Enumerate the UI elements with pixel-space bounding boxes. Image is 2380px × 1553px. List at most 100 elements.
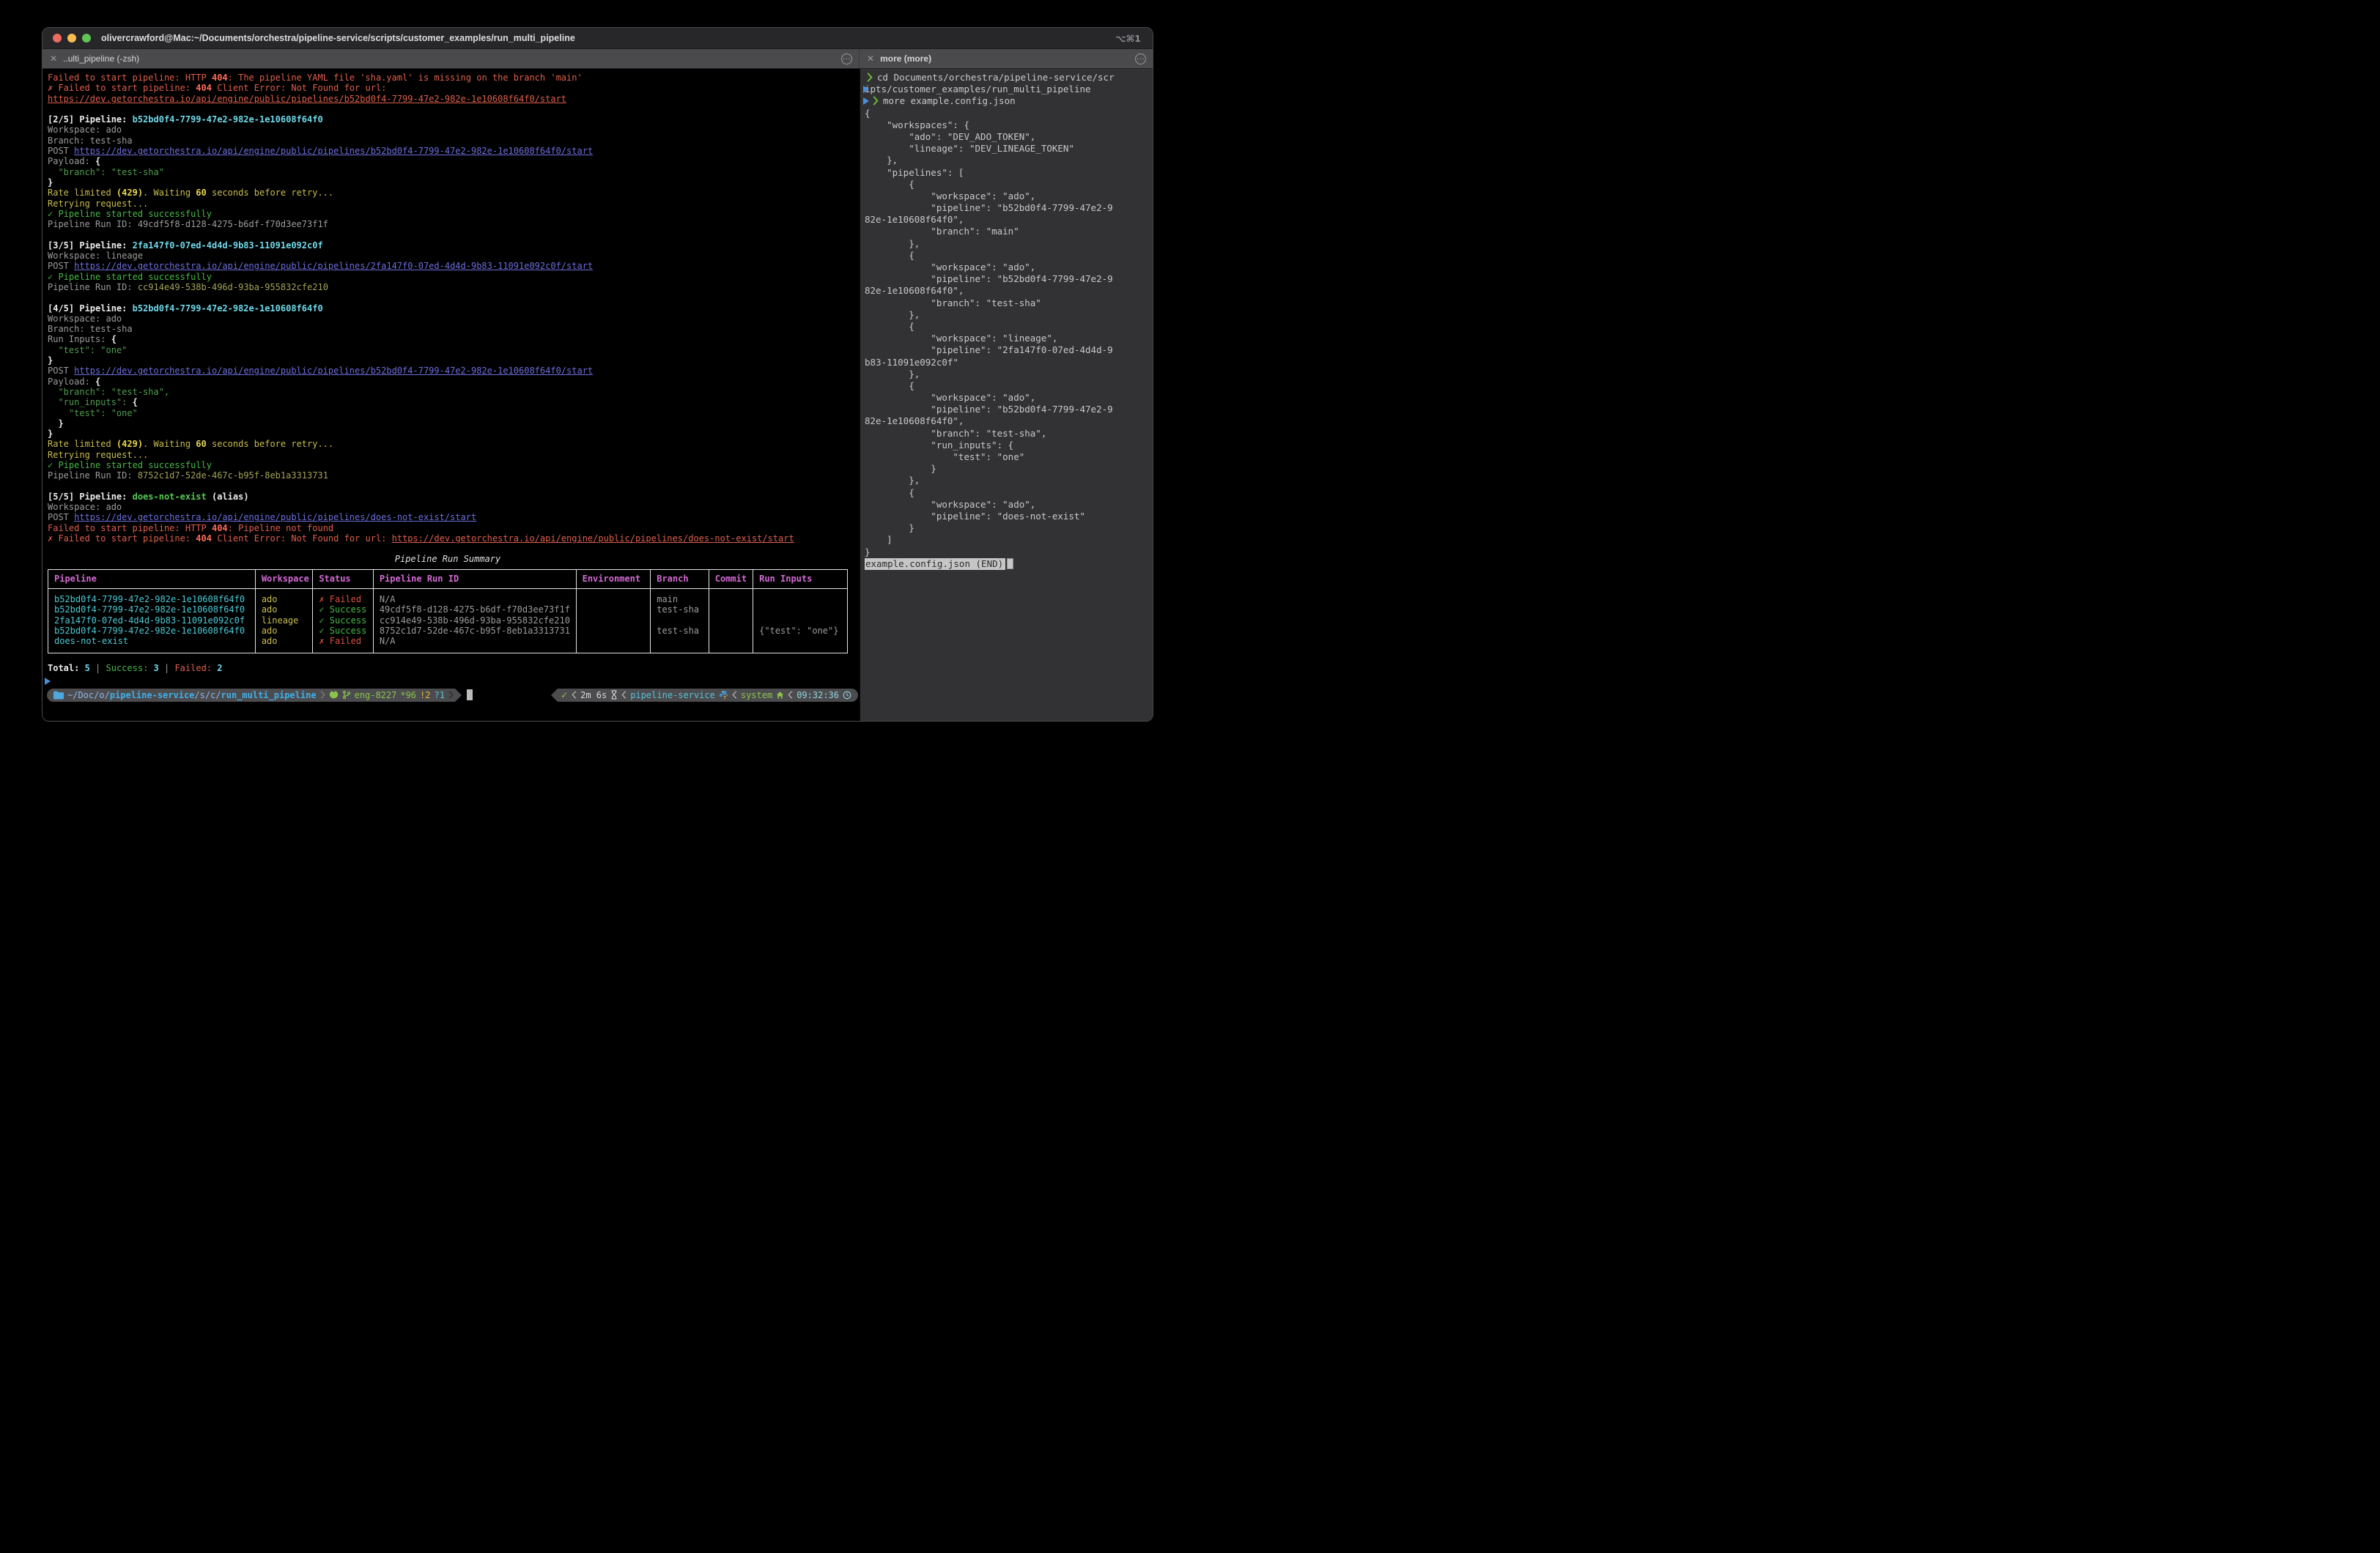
terminal-line: { <box>865 487 1153 499</box>
text-segment: "branch": "test-sha", <box>48 387 169 397</box>
close-tab-icon[interactable]: ✕ <box>867 54 874 63</box>
tab-right-pane[interactable]: ✕ more (more) ··· <box>860 49 1153 68</box>
terminal-pane-left[interactable]: Failed to start pipeline: HTTP 404: The … <box>42 69 860 722</box>
text-segment: ✗ Failed to start pipeline: <box>48 533 196 544</box>
terminal-line: ipts/customer_examples/run_multi_pipelin… <box>865 84 1153 95</box>
terminal-line: ✗ Failed to start pipeline: 404 Client E… <box>48 83 860 93</box>
tab-left-pane[interactable]: ✕ ..ulti_pipeline (-zsh) ··· <box>42 49 860 68</box>
table-body: b52bd0f4-7799-47e2-982e-1e10608f64f0ado✗… <box>48 588 848 653</box>
terminal-line: } <box>865 522 1153 534</box>
table-cell <box>709 636 753 653</box>
powerline-startcap <box>551 689 558 702</box>
terminal-line: "workspace": "lineage", <box>865 333 1153 344</box>
text-segment: Rate limited <box>48 188 117 198</box>
python-project-name: pipeline-service <box>630 690 715 700</box>
text-segment: "pipelines": [ <box>865 167 964 178</box>
text-segment: 82e-1e10608f64f0", <box>865 285 964 296</box>
table-column-header: Commit <box>709 569 753 588</box>
close-window-button[interactable] <box>53 34 62 42</box>
powerline-end-separator-icon <box>448 690 454 700</box>
text-segment: "workspace": "ado", <box>865 190 1035 201</box>
text-segment: Payload: <box>48 156 95 166</box>
tab-options-icon[interactable]: ··· <box>1135 53 1146 64</box>
table-cell: {"test": "one"} <box>753 626 848 636</box>
terminal-link[interactable]: https://dev.getorchestra.io/api/engine/p… <box>74 146 593 156</box>
table-column-header: Run Inputs <box>753 569 848 588</box>
text-segment: }, <box>865 475 920 486</box>
pane-container: Failed to start pipeline: HTTP 404: The … <box>42 69 1153 722</box>
terminal-line: ✗ Failed to start pipeline: 404 Client E… <box>48 533 860 544</box>
close-tab-icon[interactable]: ✕ <box>50 54 57 63</box>
table-cell: N/A <box>373 636 576 653</box>
text-segment: "workspace": "ado", <box>865 392 1035 403</box>
terminal-line: "branch": "test-sha", <box>48 387 860 397</box>
path-repo: pipeline-service <box>110 690 195 700</box>
shell-prompt-bar[interactable]: ~/Doc/o/pipeline-service/s/c/run_multi_p… <box>47 689 858 702</box>
text-segment: [4/5] Pipeline: <box>48 303 133 314</box>
tab-label-left: ..ulti_pipeline (-zsh) <box>63 53 139 64</box>
tab-options-icon[interactable]: ··· <box>841 53 852 64</box>
text-segment: Retrying request... <box>48 450 148 460</box>
table-cell <box>753 588 848 604</box>
table-cell: ✓ Success <box>313 604 374 615</box>
command-duration: 2m 6s <box>580 690 607 700</box>
table-row: 2fa147f0-07ed-4d4d-9b83-11091e092c0fline… <box>48 615 848 626</box>
terminal-link[interactable]: https://dev.getorchestra.io/api/engine/p… <box>392 533 794 544</box>
text-segment: cc914e49-538b-496d-93ba-955832cfe210 <box>138 282 328 292</box>
text-segment: ✓ Pipeline started successfully <box>48 460 212 470</box>
terminal-line: "branch": "test-sha" <box>48 167 860 177</box>
terminal-line: Pipeline Run ID: cc914e49-538b-496d-93ba… <box>48 282 860 292</box>
text-segment: Failed to start pipeline: HTTP <box>48 73 212 83</box>
text-segment: "pipeline": "2fa147f0-07ed-4d4d-9 <box>865 344 1113 355</box>
table-cell <box>576 636 651 653</box>
text-segment: }, <box>865 309 920 320</box>
terminal-line: 82e-1e10608f64f0", <box>865 415 1153 427</box>
text-segment: 2fa147f0-07ed-4d4d-9b83-11091e092c0f <box>133 240 323 251</box>
terminal-line: POST https://dev.getorchestra.io/api/eng… <box>48 512 860 522</box>
terminal-line: } <box>48 355 860 366</box>
text-segment: : The pipeline YAML file 'sha.yaml' is m… <box>228 73 583 83</box>
terminal-link[interactable]: https://dev.getorchestra.io/api/engine/p… <box>74 261 593 271</box>
terminal-line: b83-11091e092c0f" <box>865 357 1153 368</box>
terminal-line: "pipeline": "b52bd0f4-7799-47e2-9 <box>865 273 1153 285</box>
table-cell: ✓ Success <box>313 615 374 626</box>
table-cell: b52bd0f4-7799-47e2-982e-1e10608f64f0 <box>48 626 256 636</box>
text-segment: { <box>865 179 914 190</box>
text-segment: }, <box>865 238 920 249</box>
chevron-left-icon <box>788 690 793 700</box>
tab-bar: ✕ ..ulti_pipeline (-zsh) ··· ✕ more (mor… <box>42 49 1153 69</box>
table-cell <box>651 636 709 653</box>
terminal-line: ✓ Pipeline started successfully <box>48 209 860 219</box>
minimize-window-button[interactable] <box>67 34 76 42</box>
right-terminal-lines: cd Documents/orchestra/pipeline-service/… <box>865 72 1153 558</box>
terminal-line: 82e-1e10608f64f0", <box>865 285 1153 297</box>
terminal-link[interactable]: https://dev.getorchestra.io/api/engine/p… <box>74 366 593 376</box>
text-segment: (alias) <box>207 492 249 502</box>
text-segment: { <box>95 377 100 387</box>
chevron-left-icon <box>572 690 577 700</box>
text-segment: { <box>865 108 871 119</box>
exit-status-ok-icon: ✓ <box>561 690 568 700</box>
git-untracked-count: ?1 <box>435 690 445 700</box>
text-segment: { <box>865 321 914 332</box>
table-column-header: Workspace <box>255 569 313 588</box>
text-segment: } <box>48 355 53 366</box>
text-segment: "run_inputs": { <box>865 440 1013 451</box>
pager-cursor <box>1007 558 1013 569</box>
text-segment: "branch": "test-sha", <box>865 428 1046 439</box>
hourglass-icon <box>610 690 618 700</box>
terminal-line: POST https://dev.getorchestra.io/api/eng… <box>48 261 860 271</box>
table-cell: 49cdf5f8-d128-4275-b6df-f70d3ee73f1f <box>373 604 576 615</box>
zoom-window-button[interactable] <box>82 34 91 42</box>
left-terminal-lines: Failed to start pipeline: HTTP 404: The … <box>48 73 860 544</box>
terminal-link[interactable]: https://dev.getorchestra.io/api/engine/p… <box>74 512 476 522</box>
terminal-line: } <box>48 429 860 439</box>
table-cell: ✓ Success <box>313 626 374 636</box>
terminal-pane-right[interactable]: cd Documents/orchestra/pipeline-service/… <box>860 69 1153 722</box>
text-segment: (429) <box>117 188 143 198</box>
table-cell: b52bd0f4-7799-47e2-982e-1e10608f64f0 <box>48 604 256 615</box>
text-segment: "branch": "main" <box>865 226 1019 237</box>
terminal-link[interactable]: https://dev.getorchestra.io/api/engine/p… <box>48 94 566 104</box>
terminal-window: olivercrawford@Mac:~/Documents/orchestra… <box>42 27 1153 722</box>
prompt-left-segment: ~/Doc/o/pipeline-service/s/c/run_multi_p… <box>47 689 455 702</box>
